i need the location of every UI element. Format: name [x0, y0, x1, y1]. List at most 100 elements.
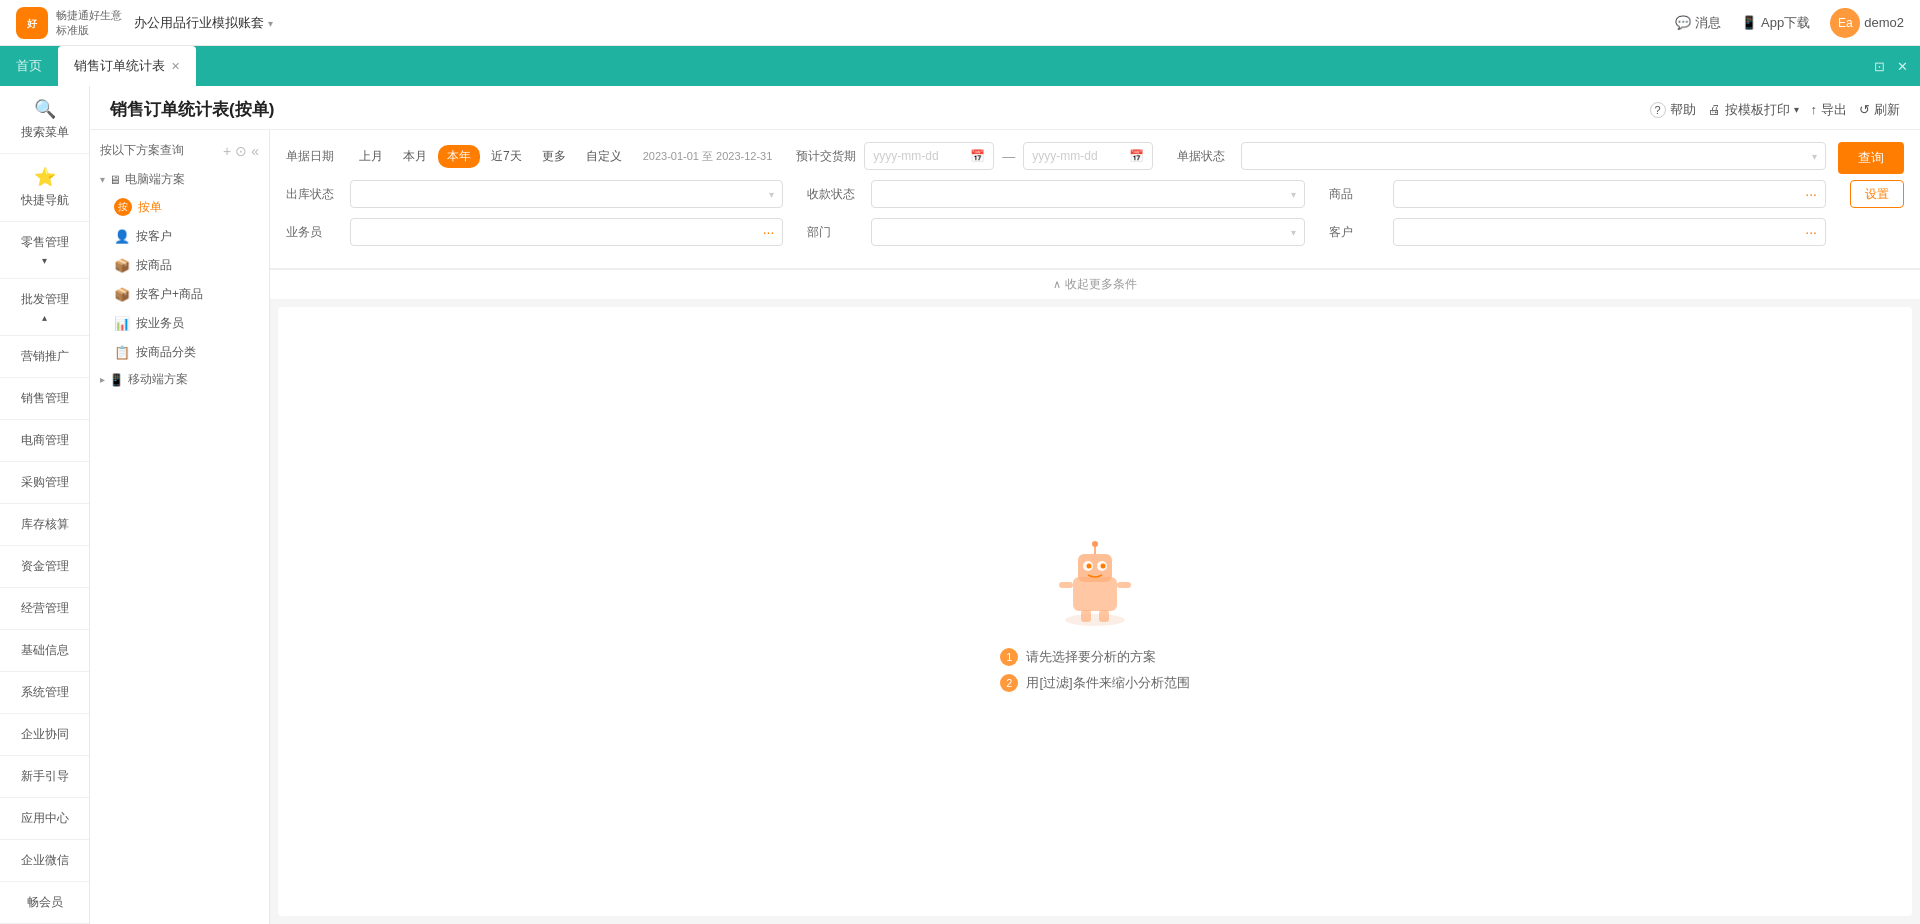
product-label: 商品: [1329, 186, 1385, 203]
logo-text: 畅捷通好生意 标准版: [56, 8, 122, 37]
svg-point-7: [1087, 563, 1092, 568]
sidebar-item-marketing[interactable]: 营销推广: [0, 336, 89, 378]
tab-home[interactable]: 首页: [0, 46, 58, 86]
help-icon: ?: [1650, 102, 1666, 118]
empty-tip-1: 1 请先选择要分析的方案: [1000, 648, 1189, 666]
predicted-date-start-input[interactable]: yyyy-mm-dd 📅: [864, 142, 994, 170]
product-select[interactable]: ···: [1393, 180, 1826, 208]
tab-sales-order-stats[interactable]: 销售订单统计表 ✕: [58, 46, 196, 86]
customer-dots-icon[interactable]: ···: [1805, 224, 1817, 240]
refresh-icon: ↺: [1859, 102, 1870, 117]
scheme-by-customer-icon: 👤: [114, 229, 130, 244]
sidebar-item-basic-info[interactable]: 基础信息: [0, 630, 89, 672]
page-header: 销售订单统计表(按单) ? 帮助 🖨 按模板打印 ▾ ↑ 导出 ↺ 刷新: [90, 86, 1920, 130]
svg-point-2: [1065, 614, 1125, 626]
scheme-item-by-product-category[interactable]: 📋 按商品分类: [90, 338, 269, 367]
payment-status-select[interactable]: ▾: [871, 180, 1304, 208]
customer-select[interactable]: ···: [1393, 218, 1826, 246]
collapse-bar[interactable]: ∧ 收起更多条件: [270, 269, 1920, 299]
wholesale-arrow-icon: ▴: [42, 312, 47, 323]
scheme-collapse-btn[interactable]: «: [251, 143, 259, 159]
search-btn[interactable]: 查询: [1838, 142, 1904, 174]
sidebar-item-quick-nav[interactable]: ⭐ 快捷导航: [0, 154, 89, 222]
filter-section: 单据日期 上月 本月 本年 近7天 更多 自定义 2023-01-01 至 20…: [270, 130, 1920, 269]
top-header: 好 畅捷通好生意 标准版 办公用品行业模拟账套 💬 消息 📱 App下载 Ea …: [0, 0, 1920, 46]
logo-area: 好 畅捷通好生意 标准版: [16, 7, 122, 39]
avatar: Ea: [1830, 8, 1860, 38]
sidebar-item-member[interactable]: 畅会员: [0, 882, 89, 924]
ship-status-select[interactable]: ▾: [350, 180, 783, 208]
empty-illustration: [1045, 532, 1145, 632]
content-area: 销售订单统计表(按单) ? 帮助 🖨 按模板打印 ▾ ↑ 导出 ↺ 刷新: [90, 86, 1920, 924]
sidebar-item-finance-mgmt[interactable]: 资金管理: [0, 546, 89, 588]
template-print-btn[interactable]: 🖨 按模板打印 ▾: [1708, 101, 1799, 119]
help-btn[interactable]: ? 帮助: [1650, 101, 1696, 119]
scheme-by-product-icon: 📦: [114, 258, 130, 273]
print-dropdown-icon: ▾: [1794, 104, 1799, 115]
sidebar-item-retail-mgmt[interactable]: 零售管理 ▾: [0, 222, 89, 279]
message-btn[interactable]: 💬 消息: [1675, 14, 1721, 32]
empty-tip-2: 2 用[过滤]条件来缩小分析范围: [1000, 674, 1189, 692]
sidebar-item-search-menu[interactable]: 🔍 搜索菜单: [0, 86, 89, 154]
dept-label: 部门: [807, 224, 863, 241]
calendar-start-icon[interactable]: 📅: [970, 149, 985, 163]
sidebar-item-wholesale-mgmt[interactable]: 批发管理 ▴: [0, 279, 89, 336]
tab-close-all-icon[interactable]: ✕: [1897, 59, 1908, 74]
date-chip-more[interactable]: 更多: [533, 145, 575, 168]
scheme-section-chevron-icon: ▾: [100, 174, 105, 185]
ship-status-label: 出库状态: [286, 186, 342, 203]
breadcrumb-dropdown-icon[interactable]: [268, 15, 273, 30]
order-status-select[interactable]: ▾: [1241, 142, 1826, 170]
salesperson-select[interactable]: ···: [350, 218, 783, 246]
scheme-by-order-icon: 按: [114, 198, 132, 216]
empty-state: 1 请先选择要分析的方案 2 用[过滤]条件来缩小分析范围: [278, 307, 1912, 916]
scheme-section-mobile[interactable]: ▸ 📱 移动端方案: [90, 367, 269, 392]
tab-close-icon[interactable]: ✕: [171, 60, 180, 73]
svg-rect-3: [1073, 577, 1117, 611]
app-download-btn[interactable]: 📱 App下载: [1741, 14, 1810, 32]
export-btn[interactable]: ↑ 导出: [1811, 101, 1848, 119]
scheme-item-by-customer[interactable]: 👤 按客户: [90, 222, 269, 251]
sidebar-item-enterprise-collab[interactable]: 企业协同: [0, 714, 89, 756]
date-chip-custom[interactable]: 自定义: [577, 145, 631, 168]
sidebar-item-inventory-check[interactable]: 库存核算: [0, 504, 89, 546]
date-chip-this-year[interactable]: 本年: [438, 145, 480, 168]
sidebar-item-ecommerce-mgmt[interactable]: 电商管理: [0, 420, 89, 462]
predicted-date-end-input[interactable]: yyyy-mm-dd 📅: [1023, 142, 1153, 170]
scheme-panel: 按以下方案查询 + ⊙ « ▾ 🖥 电脑端方案 按 按单: [90, 130, 270, 924]
date-chip-last-month[interactable]: 上月: [350, 145, 392, 168]
sidebar-item-ops-mgmt[interactable]: 经营管理: [0, 588, 89, 630]
dept-select[interactable]: ▾: [871, 218, 1304, 246]
split-layout: 按以下方案查询 + ⊙ « ▾ 🖥 电脑端方案 按 按单: [90, 130, 1920, 924]
scheme-item-by-salesperson[interactable]: 📊 按业务员: [90, 309, 269, 338]
scheme-add-btn[interactable]: +: [223, 143, 231, 159]
sidebar-item-purchase-mgmt[interactable]: 采购管理: [0, 462, 89, 504]
tab-window-icon[interactable]: ⊡: [1874, 59, 1885, 74]
quick-nav-icon: ⭐: [34, 166, 56, 188]
search-menu-icon: 🔍: [34, 98, 56, 120]
svg-rect-13: [1081, 610, 1091, 622]
tab-bar-right: ⊡ ✕: [1874, 59, 1920, 74]
calendar-end-icon[interactable]: 📅: [1129, 149, 1144, 163]
date-chip-7days[interactable]: 近7天: [482, 145, 531, 168]
sidebar-item-app-center[interactable]: 应用中心: [0, 798, 89, 840]
date-chip-this-month[interactable]: 本月: [394, 145, 436, 168]
sidebar-item-system-mgmt[interactable]: 系统管理: [0, 672, 89, 714]
breadcrumb: 办公用品行业模拟账套: [134, 14, 1675, 32]
product-dots-icon[interactable]: ···: [1805, 186, 1817, 202]
scheme-item-by-product[interactable]: 📦 按商品: [90, 251, 269, 280]
scheme-refresh-btn[interactable]: ⊙: [235, 143, 247, 159]
scheme-section-pc[interactable]: ▾ 🖥 电脑端方案: [90, 167, 269, 192]
scheme-item-by-customer-product[interactable]: 📦 按客户+商品: [90, 280, 269, 309]
sidebar-item-enterprise-wechat[interactable]: 企业微信: [0, 840, 89, 882]
tab-bar: 首页 销售订单统计表 ✕ ⊡ ✕: [0, 46, 1920, 86]
refresh-btn[interactable]: ↺ 刷新: [1859, 101, 1900, 119]
date-label: 单据日期: [286, 148, 342, 165]
scheme-section-mobile-chevron-icon: ▸: [100, 374, 105, 385]
settings-btn[interactable]: 设置: [1850, 180, 1904, 208]
scheme-item-by-order[interactable]: 按 按单: [90, 192, 269, 222]
sidebar-item-sales-mgmt[interactable]: 销售管理: [0, 378, 89, 420]
sidebar-item-newbie-guide[interactable]: 新手引导: [0, 756, 89, 798]
salesperson-dots-icon[interactable]: ···: [763, 224, 775, 240]
user-menu[interactable]: Ea demo2: [1830, 8, 1904, 38]
